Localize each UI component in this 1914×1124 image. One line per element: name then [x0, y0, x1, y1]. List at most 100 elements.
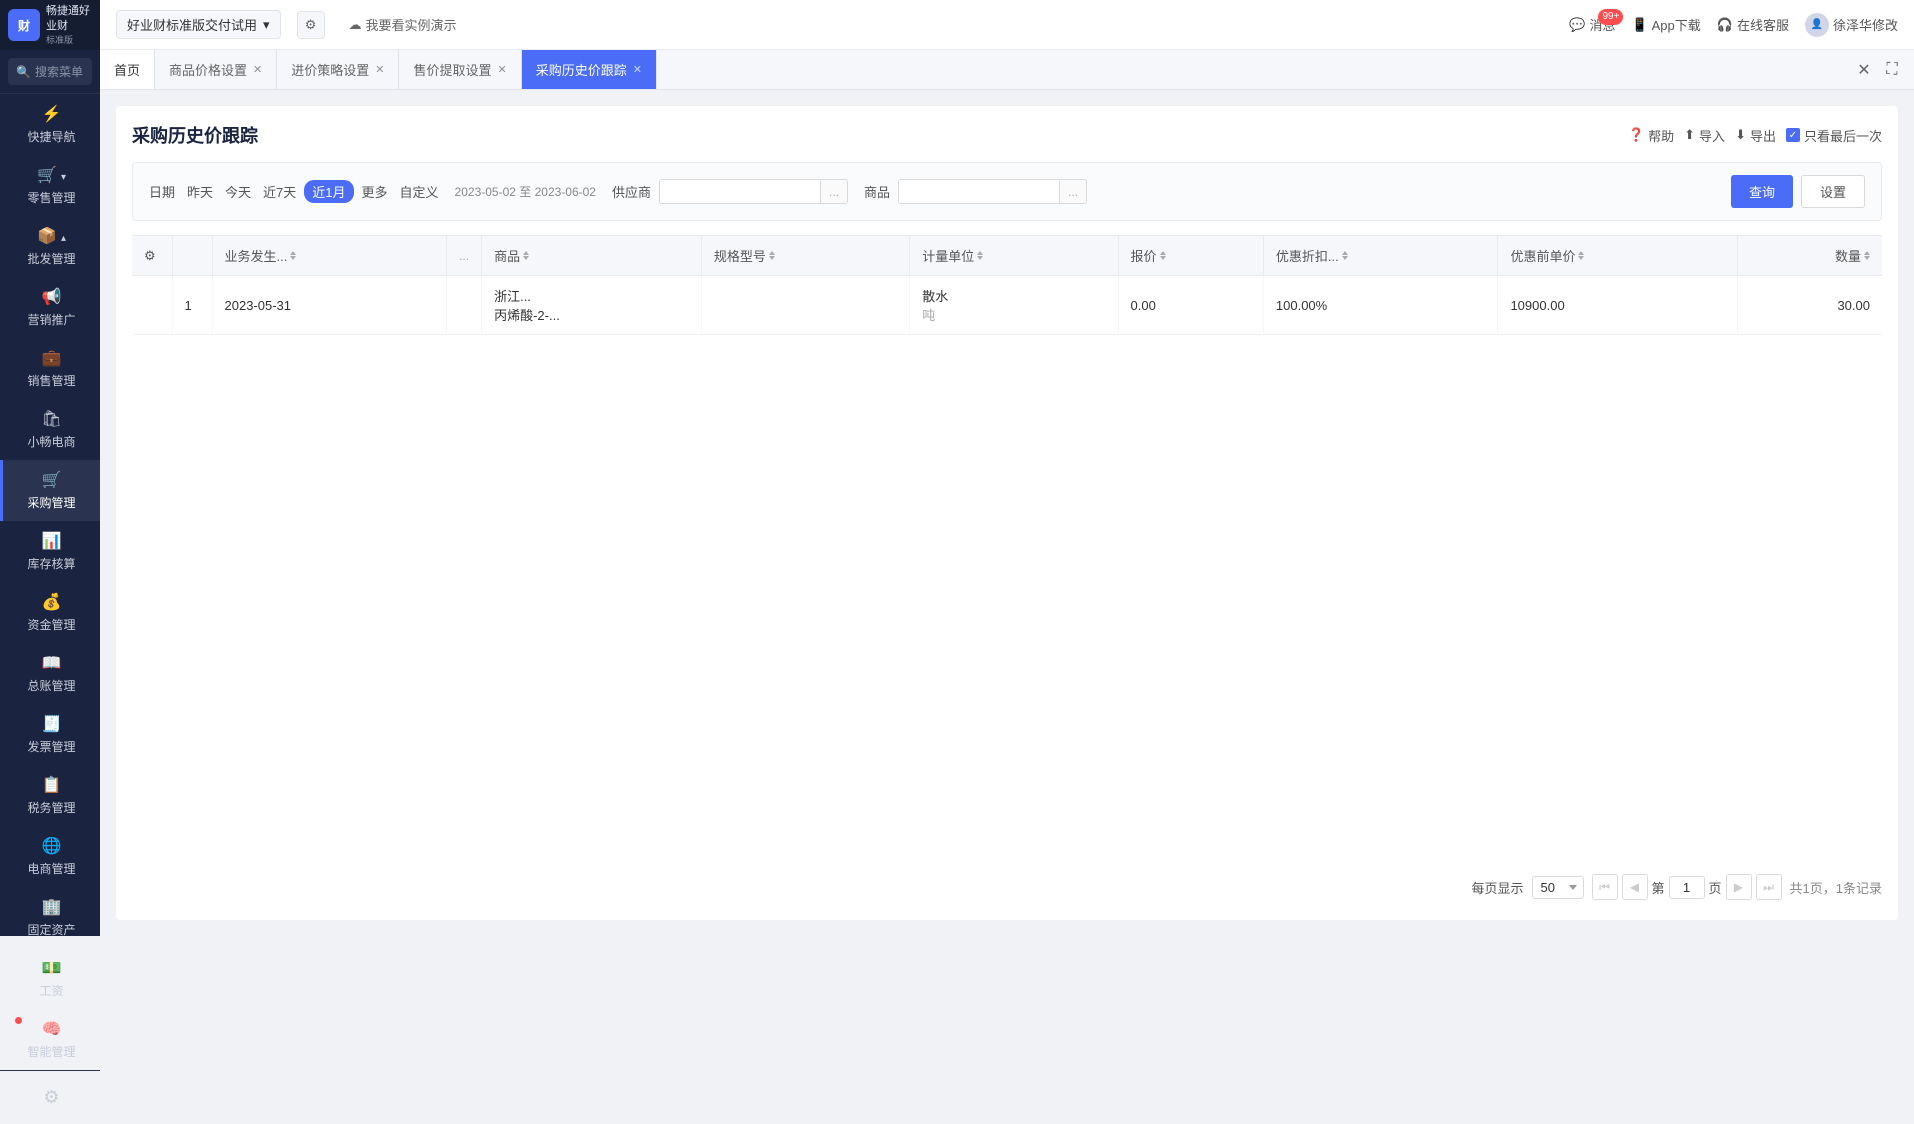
export-button[interactable]: ⬇ 导出 — [1735, 126, 1776, 145]
col-spec[interactable]: 规格型号 — [701, 236, 909, 276]
page-last-button[interactable]: ⏭ — [1756, 874, 1782, 900]
date-opt-last7[interactable]: 近7天 — [259, 180, 300, 203]
tab-sale-price-close[interactable]: ✕ — [498, 63, 507, 76]
sidebar-item-ledger[interactable]: 📖 总账管理 — [0, 643, 100, 704]
sidebar-item-payroll[interactable]: 💵 工资 — [0, 948, 100, 1009]
sidebar-item-label: 税务管理 — [27, 799, 75, 816]
ecommerce-icon: 🌐 — [42, 836, 62, 856]
sidebar-search-button[interactable]: 🔍 搜索菜单 — [8, 58, 92, 85]
per-page-select[interactable]: 10 20 50 100 — [1532, 876, 1584, 899]
col-more-header[interactable]: ... — [447, 236, 482, 276]
col-unit-price-sort[interactable]: 优惠前单价 — [1510, 246, 1725, 265]
date-opt-today[interactable]: 今天 — [221, 180, 255, 203]
row-unit-cell: 散水吨 — [910, 276, 1118, 335]
sidebar-item-quick-nav[interactable]: ⚡ 快捷导航 — [0, 94, 100, 155]
col-product[interactable]: 商品 — [482, 236, 702, 276]
col-price[interactable]: 报价 — [1118, 236, 1263, 276]
product-input[interactable] — [899, 180, 1059, 203]
sidebar-item-inventory[interactable]: 📊 库存核算 — [0, 521, 100, 582]
product-filter-label: 商品 — [864, 182, 890, 201]
sidebar-item-finance[interactable]: 💰 资金管理 — [0, 582, 100, 643]
query-button[interactable]: 查询 — [1731, 175, 1793, 208]
messages-button[interactable]: 💬 消息 99+ — [1569, 15, 1615, 34]
tab-price-close[interactable]: ✕ — [253, 63, 262, 76]
tab-close-all-button[interactable]: ✕ — [1850, 56, 1878, 84]
col-price-sort[interactable]: 报价 — [1131, 246, 1251, 265]
only-last-checkbox[interactable]: ✓ 只看最后一次 — [1786, 126, 1882, 145]
col-date[interactable]: 业务发生... — [212, 236, 447, 276]
import-label: 导入 — [1699, 126, 1725, 145]
sidebar-item-assets[interactable]: 🏢 固定资产 — [0, 887, 100, 948]
row-price-cell: 0.00 — [1118, 276, 1263, 335]
page-actions: ❓ 帮助 ⬆ 导入 ⬇ 导出 ✓ 只看最后一次 — [1628, 126, 1882, 145]
demo-button[interactable]: ☁ 我要看实例演示 — [349, 15, 457, 34]
sidebar-item-marketing[interactable]: 📢 营销推广 — [0, 277, 100, 338]
tab-fullscreen-button[interactable]: ⛶ — [1878, 56, 1906, 84]
col-unit-sort[interactable]: 计量单位 — [922, 246, 1105, 265]
settings-button[interactable]: 设置 — [1801, 175, 1865, 208]
page-prev-button[interactable]: ◀ — [1622, 874, 1648, 900]
tab-home[interactable]: 首页 — [100, 50, 155, 90]
sidebar-search-area[interactable]: 🔍 搜索菜单 — [0, 50, 100, 94]
col-spec-sort[interactable]: 规格型号 — [714, 246, 897, 265]
sidebar-item-ecommerce[interactable]: 🌐 电商管理 — [0, 826, 100, 887]
product-more-btn[interactable]: ... — [1059, 181, 1086, 203]
page-input[interactable] — [1669, 876, 1705, 899]
col-discount-sort[interactable]: 优惠折扣... — [1276, 246, 1486, 265]
sort-down-icon-discount — [1342, 256, 1348, 260]
online-service-button[interactable]: 🎧 在线客服 — [1717, 15, 1789, 34]
sort-up-icon-unit — [977, 251, 983, 255]
tab-purchase-strategy-close[interactable]: ✕ — [375, 63, 384, 76]
page-next-button[interactable]: ▶ — [1726, 874, 1752, 900]
messages-badge: 99+ — [1598, 9, 1623, 25]
sort-icon-unit — [977, 251, 983, 260]
tab-history-price[interactable]: 采购历史价跟踪 ✕ — [522, 50, 657, 90]
col-unit-price[interactable]: 优惠前单价 — [1498, 236, 1738, 276]
assets-icon: 🏢 — [42, 897, 62, 917]
supplier-more-btn[interactable]: ... — [820, 181, 847, 203]
date-opt-custom[interactable]: 自定义 — [396, 180, 443, 203]
tab-price[interactable]: 商品价格设置 ✕ — [155, 50, 277, 90]
sidebar-item-smart[interactable]: 🧠 智能管理 — [0, 1009, 100, 1070]
topbar-settings-button[interactable]: ⚙ — [297, 11, 325, 39]
sidebar-item-sales[interactable]: 💼 销售管理 — [0, 338, 100, 399]
row-settings-cell — [132, 276, 172, 335]
sort-icon-discount — [1342, 251, 1348, 260]
app-logo-icon: 财 — [8, 9, 40, 41]
col-quantity[interactable]: 数量 — [1738, 236, 1882, 276]
tab-sale-price[interactable]: 售价提取设置 ✕ — [399, 50, 521, 90]
date-range-display: 2023-05-02 至 2023-06-02 — [455, 183, 596, 200]
version-selector[interactable]: 好业财标准版交付试用 ▾ — [116, 10, 281, 39]
page-first-button[interactable]: ⏮ — [1592, 874, 1618, 900]
col-unit[interactable]: 计量单位 — [910, 236, 1118, 276]
import-button[interactable]: ⬆ 导入 — [1684, 126, 1725, 145]
col-product-sort[interactable]: 商品 — [494, 246, 689, 265]
sidebar-item-label: 小畅电商 — [27, 433, 75, 450]
sidebar-item-bottom-settings[interactable]: ⚙ — [0, 1079, 100, 1116]
app-download-button[interactable]: 📱 App下载 — [1631, 15, 1700, 34]
page-header: 采购历史价跟踪 ❓ 帮助 ⬆ 导入 ⬇ 导出 ✓ — [132, 122, 1882, 148]
sidebar-item-retail[interactable]: 🛒 ▾ 零售管理 — [0, 155, 100, 216]
col-more-icon[interactable]: ... — [459, 249, 469, 263]
date-opt-last1m[interactable]: 近1月 — [304, 180, 353, 203]
sidebar-item-ecommerce-small[interactable]: 🛍 小畅电商 — [0, 399, 100, 460]
col-settings[interactable]: ⚙ — [132, 236, 172, 276]
sidebar-bottom: ⚙ — [0, 1070, 100, 1124]
sidebar-item-wholesale[interactable]: 📦 ▴ 批发管理 — [0, 216, 100, 277]
sort-down-icon-product — [523, 256, 529, 260]
help-button[interactable]: ❓ 帮助 — [1628, 126, 1674, 145]
col-discount[interactable]: 优惠折扣... — [1263, 236, 1498, 276]
user-menu[interactable]: 👤 徐泽华修改 — [1805, 13, 1898, 37]
retail-arrow: ▾ — [61, 172, 66, 183]
date-opt-more[interactable]: 更多 — [358, 180, 392, 203]
row-unit-price-cell: 10900.00 — [1498, 276, 1738, 335]
sidebar-item-tax[interactable]: 📋 税务管理 — [0, 765, 100, 826]
supplier-input[interactable] — [660, 180, 820, 203]
tab-history-price-close[interactable]: ✕ — [633, 63, 642, 76]
col-date-sort[interactable]: 业务发生... — [225, 246, 435, 265]
tab-purchase-strategy[interactable]: 进价策略设置 ✕ — [277, 50, 399, 90]
col-quantity-sort[interactable]: 数量 — [1750, 246, 1870, 265]
sidebar-item-invoice[interactable]: 🧾 发票管理 — [0, 704, 100, 765]
sidebar-item-purchase[interactable]: 🛒 采购管理 — [0, 460, 100, 521]
date-opt-yesterday[interactable]: 昨天 — [183, 180, 217, 203]
